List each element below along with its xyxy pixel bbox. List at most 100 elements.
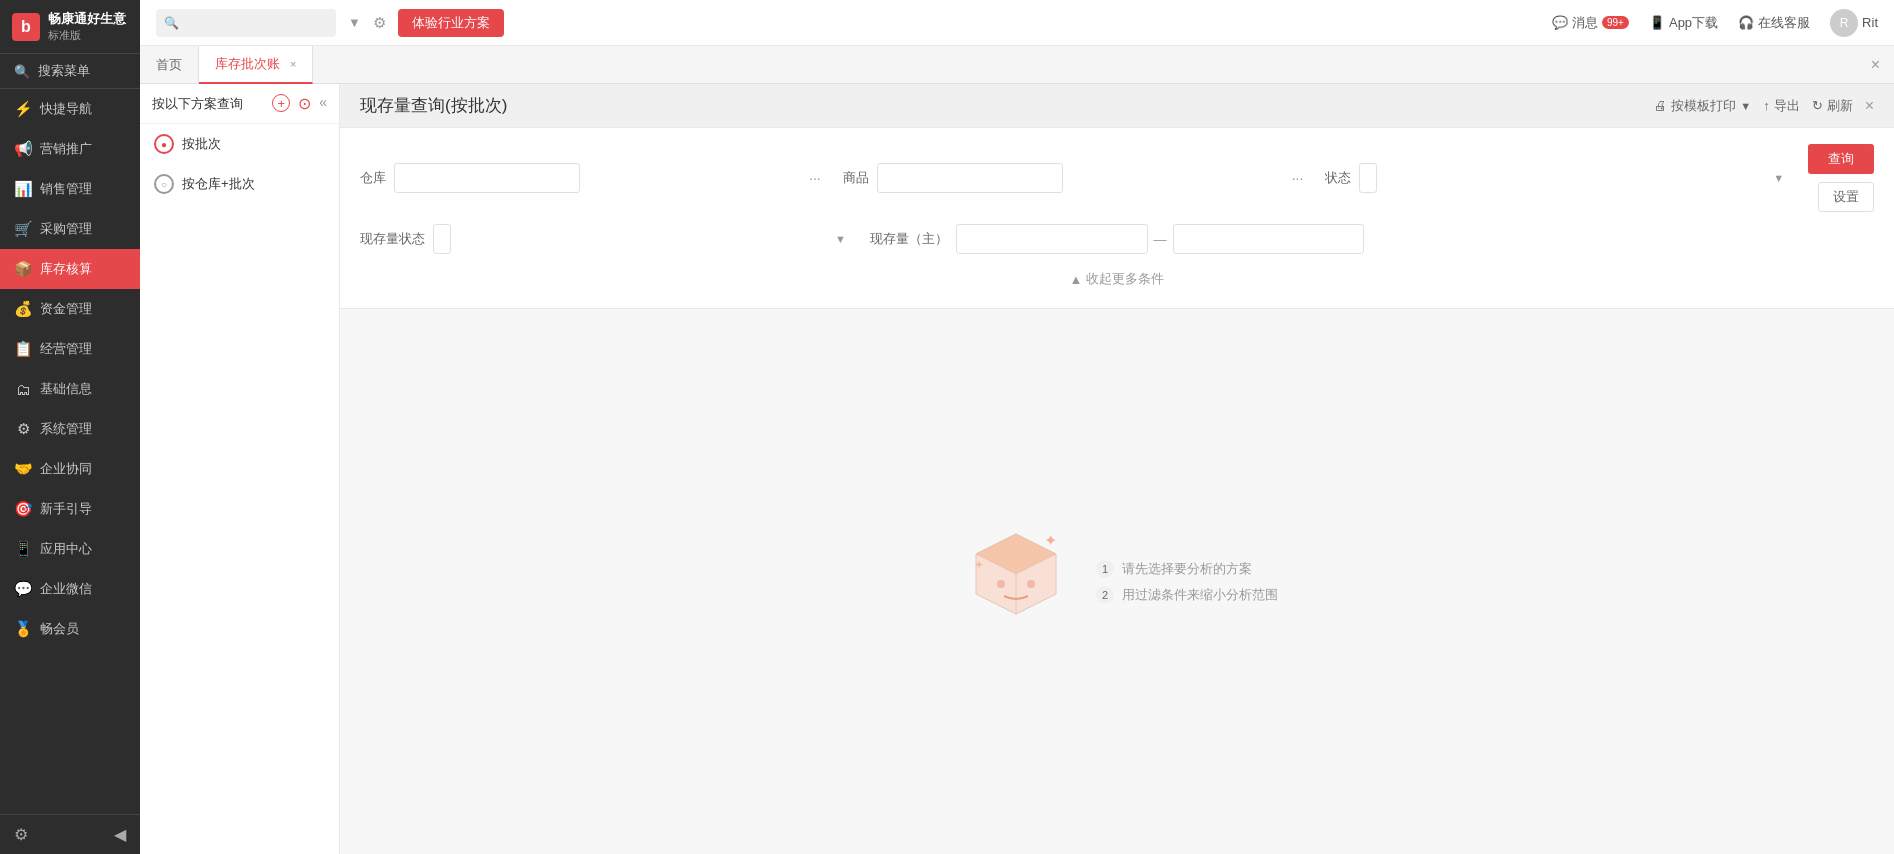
status-label: 状态 <box>1325 169 1351 187</box>
top-bar-left: 🔍 ▼ ⚙ 体验行业方案 <box>156 9 504 37</box>
app-download-button[interactable]: 📱 App下载 <box>1649 14 1718 32</box>
sidebar-item-finance[interactable]: 💰 资金管理 <box>0 289 140 329</box>
member-icon: 🏅 <box>14 620 32 638</box>
scheme-item-by-batch[interactable]: ● 按批次 <box>140 124 339 164</box>
product-input[interactable] <box>877 163 1063 193</box>
finance-icon: 💰 <box>14 300 32 318</box>
hint-item-1: 1 请先选择要分析的方案 <box>1096 560 1278 578</box>
tab-batch-account-label: 库存批次账 <box>215 55 280 73</box>
top-bar: 🔍 ▼ ⚙ 体验行业方案 💬 消息 99+ 📱 App下载 🎧 <box>140 0 1894 46</box>
sidebar-footer: ⚙ ◀ <box>0 814 140 854</box>
scheme-by-warehouse-batch-label: 按仓库+批次 <box>182 175 255 193</box>
sidebar-item-label: 基础信息 <box>40 380 92 398</box>
messages-button[interactable]: 💬 消息 99+ <box>1552 14 1629 32</box>
warehouse-input[interactable] <box>394 163 580 193</box>
hint-num-2: 2 <box>1096 586 1114 604</box>
print-dropdown-icon[interactable]: ▼ <box>1740 100 1751 112</box>
hint-text-2: 用过滤条件来缩小分析范围 <box>1122 586 1278 604</box>
sidebar-item-enterprise-wechat[interactable]: 💬 企业微信 <box>0 569 140 609</box>
export-button[interactable]: ↑ 导出 <box>1763 97 1800 115</box>
search-icon: 🔍 <box>14 64 30 79</box>
product-input-wrap: ··· <box>877 163 1310 193</box>
sidebar-item-operations[interactable]: 📋 经营管理 <box>0 329 140 369</box>
sidebar-item-label: 资金管理 <box>40 300 92 318</box>
status-select-wrap: ▼ <box>1359 163 1792 193</box>
tab-batch-account[interactable]: 库存批次账 × <box>199 46 313 84</box>
refresh-button[interactable]: ↻ 刷新 <box>1812 97 1853 115</box>
sidebar-item-marketing[interactable]: 📢 营销推广 <box>0 129 140 169</box>
sidebar-item-member[interactable]: 🏅 畅会员 <box>0 609 140 649</box>
sidebar-item-app-center[interactable]: 📱 应用中心 <box>0 529 140 569</box>
sidebar-item-label: 营销推广 <box>40 140 92 158</box>
settings-scheme-icon[interactable]: ⊙ <box>298 94 311 113</box>
collapse-left-panel-icon[interactable]: « <box>319 94 327 113</box>
print-template-button[interactable]: 🖨 按模板打印 ▼ <box>1654 97 1751 115</box>
left-panel-title: 按以下方案查询 <box>152 95 243 113</box>
online-service-button[interactable]: 🎧 在线客服 <box>1738 14 1810 32</box>
print-template-label: 按模板打印 <box>1671 97 1736 115</box>
add-scheme-icon[interactable]: + <box>272 94 290 112</box>
status-filter-field: 状态 ▼ <box>1325 163 1792 193</box>
quick-nav-icon: ⚡ <box>14 100 32 118</box>
settings-gear-icon[interactable]: ⚙ <box>373 14 386 32</box>
sidebar-item-label: 系统管理 <box>40 420 92 438</box>
sidebar-item-enterprise[interactable]: 🤝 企业协同 <box>0 449 140 489</box>
sidebar-nav: ⚡ 快捷导航 📢 营销推广 📊 销售管理 🛒 采购管理 📦 库存核算 💰 <box>0 89 140 814</box>
inventory-qty-max-input[interactable] <box>1173 224 1365 254</box>
dropdown-arrow-icon[interactable]: ▼ <box>348 15 361 30</box>
sidebar-item-inventory[interactable]: 📦 库存核算 <box>0 249 140 289</box>
svg-point-4 <box>1027 580 1035 588</box>
close-tab-button[interactable]: × <box>1857 56 1894 74</box>
product-more-icon[interactable]: ··· <box>1292 170 1304 186</box>
status-select[interactable] <box>1359 163 1377 193</box>
settings-icon[interactable]: ⚙ <box>14 825 28 844</box>
warehouse-more-icon[interactable]: ··· <box>809 170 821 186</box>
sidebar-item-quick-nav[interactable]: ⚡ 快捷导航 <box>0 89 140 129</box>
online-service-label: 在线客服 <box>1758 14 1810 32</box>
main-data-area: ✦ ✦ 1 请先选择要分析的方案 2 用过 <box>340 309 1894 854</box>
collapse-sidebar-icon[interactable]: ◀ <box>114 825 126 844</box>
inventory-qty-min-input[interactable] <box>956 224 1148 254</box>
phone-icon: 📱 <box>1649 15 1665 30</box>
close-page-button[interactable]: × <box>1865 97 1874 115</box>
sidebar-item-newbie[interactable]: 🎯 新手引导 <box>0 489 140 529</box>
message-icon: 💬 <box>1552 15 1568 30</box>
filter-row-2: 现存量状态 ▼ 现存量（主） <box>360 224 1874 254</box>
search-icon: 🔍 <box>164 16 179 30</box>
sidebar-item-label: 应用中心 <box>40 540 92 558</box>
try-industry-button[interactable]: 体验行业方案 <box>398 9 504 37</box>
sidebar-item-label: 新手引导 <box>40 500 92 518</box>
user-profile-button[interactable]: R Rit <box>1830 9 1878 37</box>
sidebar-item-label: 采购管理 <box>40 220 92 238</box>
tab-home[interactable]: 首页 <box>140 46 199 84</box>
refresh-icon: ↻ <box>1812 98 1823 113</box>
filter-area: 仓库 ··· 商品 ··· <box>340 128 1894 309</box>
sidebar-item-basic-info[interactable]: 🗂 基础信息 <box>0 369 140 409</box>
collapse-more-conditions-button[interactable]: ▲ 收起更多条件 <box>1062 266 1173 292</box>
sidebar-item-sales[interactable]: 📊 销售管理 <box>0 169 140 209</box>
sidebar-item-label: 销售管理 <box>40 180 92 198</box>
tab-close-icon[interactable]: × <box>290 58 296 70</box>
collapse-up-icon: ▲ <box>1070 272 1083 287</box>
brand-name: 畅康通好生意 <box>48 10 126 28</box>
product-label: 商品 <box>843 169 869 187</box>
sidebar-item-label: 畅会员 <box>40 620 79 638</box>
inventory-status-select[interactable] <box>433 224 451 254</box>
marketing-icon: 📢 <box>14 140 32 158</box>
username-label: Rit <box>1862 15 1878 30</box>
top-bar-right: 💬 消息 99+ 📱 App下载 🎧 在线客服 R Rit <box>1552 9 1878 37</box>
sidebar-item-system[interactable]: ⚙ 系统管理 <box>0 409 140 449</box>
inventory-icon: 📦 <box>14 260 32 278</box>
tab-home-label: 首页 <box>156 56 182 74</box>
app-logo: b <box>12 13 40 41</box>
sidebar-search[interactable]: 🔍 搜索菜单 <box>0 54 140 89</box>
app-center-icon: 📱 <box>14 540 32 558</box>
query-button[interactable]: 查询 <box>1808 144 1874 174</box>
global-search[interactable]: 🔍 <box>156 9 336 37</box>
warehouse-filter-field: 仓库 ··· <box>360 163 827 193</box>
sidebar-item-purchase[interactable]: 🛒 采购管理 <box>0 209 140 249</box>
collapse-more-label: 收起更多条件 <box>1086 270 1164 288</box>
sidebar-header: b 畅康通好生意 标准版 <box>0 0 140 54</box>
scheme-item-by-warehouse-batch[interactable]: ○ 按仓库+批次 <box>140 164 339 204</box>
settings-button[interactable]: 设置 <box>1818 182 1874 212</box>
